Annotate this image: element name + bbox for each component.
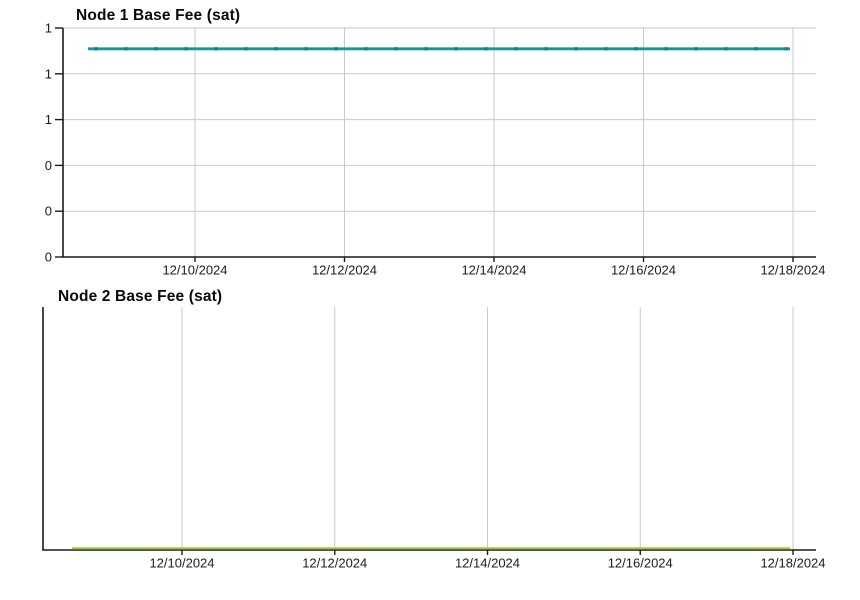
series-marker [214,47,218,51]
series-marker [514,47,518,51]
series-marker [454,47,458,51]
x-tick-label: 12/12/2024 [312,263,377,278]
y-tick-label: 0 [45,204,52,219]
chart-1-plot: 1 1 1 0 0 0 12/10/2024 12/12/2024 12/14/2024 12/1… [45,21,826,278]
chart-2-plot: 12/10/2024 12/12/2024 12/14/2024 12/16/2024… [42,307,826,571]
series-marker [244,47,248,51]
x-tick-label: 12/14/2024 [455,556,520,571]
series-marker [94,47,98,51]
x-tick-label: 12/10/2024 [149,556,214,571]
y-tick-label: 0 [45,250,52,265]
series-marker [154,47,158,51]
series-marker [334,47,338,51]
x-tick-label: 12/10/2024 [162,263,227,278]
series-marker [754,47,758,51]
x-tick-label: 12/12/2024 [302,556,367,571]
y-tick-label: 1 [45,66,52,81]
series-marker [784,47,788,51]
charts-page: 1 1 1 0 0 0 12/10/2024 12/12/2024 12/14/2024 12/1… [0,0,860,600]
series-marker [484,47,488,51]
series-marker [274,47,278,51]
x-tick-label: 12/16/2024 [608,556,673,571]
series-marker [604,47,608,51]
series-marker [304,47,308,51]
x-tick-label: 12/18/2024 [760,263,825,278]
series-marker [124,47,128,51]
series-marker [544,47,548,51]
node2-chart-title: Node 2 Base Fee (sat) [58,288,223,305]
series-marker [424,47,428,51]
series-marker [724,47,728,51]
series-marker [184,47,188,51]
x-tick-label: 12/18/2024 [760,556,825,571]
series-marker [394,47,398,51]
y-tick-label: 1 [45,21,52,36]
x-tick-label: 12/16/2024 [611,263,676,278]
series-marker [574,47,578,51]
series-marker [694,47,698,51]
y-tick-label: 1 [45,112,52,127]
x-tick-label: 12/14/2024 [461,263,526,278]
node1-chart-title: Node 1 Base Fee (sat) [76,7,241,24]
series-marker [664,47,668,51]
y-tick-label: 0 [45,158,52,173]
series-marker [364,47,368,51]
series-marker [634,47,638,51]
